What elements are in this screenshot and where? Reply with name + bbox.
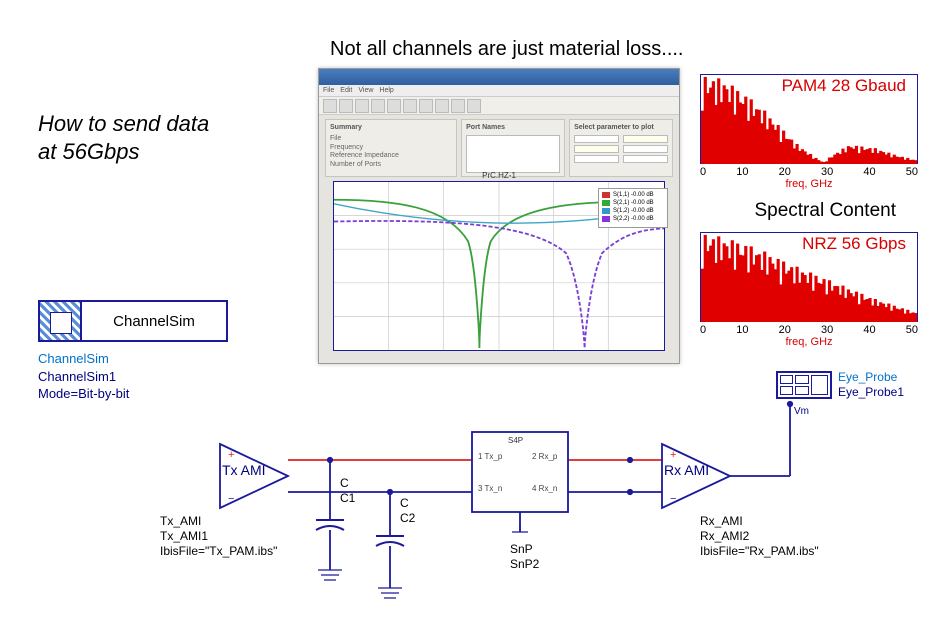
simwin-titlebar	[319, 69, 679, 85]
c1-label: C C1	[340, 476, 355, 506]
simwin-panel-select: Select parameter to plot	[569, 119, 673, 177]
page-subtitle: Not all channels are just material loss.…	[330, 38, 684, 61]
svg-text:−: −	[228, 493, 234, 505]
simwin-menubar: File Edit View Help	[319, 85, 679, 97]
title-text: How to send dataat 56Gbps	[38, 111, 209, 164]
spectrum-nrz: NRZ 56 Gbps 0 10 20 30 40 50 freq, GHz	[700, 232, 918, 348]
eye-probe-params: Eye_Probe Eye_Probe1	[838, 370, 904, 400]
channelsim-params: ChannelSim ChannelSim1 Mode=Bit-by-bit	[38, 350, 129, 403]
channelsim-type: ChannelSim	[38, 350, 129, 368]
snp-params: SnP SnP2	[510, 542, 539, 572]
svg-text:+: +	[670, 449, 676, 461]
channelsim-icon	[40, 302, 82, 340]
c2-label: C C2	[400, 496, 415, 526]
spectrum-pam4: PAM4 28 Gbaud 0 10 20 30 40 50 freq, GHz	[700, 74, 918, 190]
simwin-toolbar	[319, 97, 679, 115]
simwin-plot: PrC.HZ-1 S(1,1) -0.00 dB S(2,1) -0.00 dB…	[333, 181, 665, 351]
vm-label: Vm	[794, 406, 809, 419]
tx-ami-comp-label: Tx AMI	[222, 462, 266, 478]
channelsim-mode: Mode=Bit-by-bit	[38, 385, 129, 403]
spectrum-pam4-title: PAM4 28 Gbaud	[782, 76, 906, 96]
spectrum-nrz-xlabel: freq, GHz	[700, 336, 918, 348]
rx-ami-comp-label: Rx AMI	[664, 462, 709, 478]
eye-probe-block: Eye_Probe Eye_Probe1	[776, 370, 904, 400]
channelsim-block: ChannelSim	[38, 300, 228, 342]
svg-text:−: −	[670, 493, 676, 505]
spectrum-nrz-title: NRZ 56 Gbps	[802, 234, 906, 254]
channelsim-instance: ChannelSim1	[38, 368, 129, 386]
s4p-p4: 4 Rx_n	[532, 484, 557, 494]
spectral-content-label: Spectral Content	[754, 200, 896, 222]
s4p-p3: 3 Tx_n	[478, 484, 502, 494]
tx-ami-params: Tx_AMI Tx_AMI1 IbisFile="Tx_PAM.ibs"	[160, 514, 277, 559]
spectrum-nrz-axis: 0 10 20 30 40 50	[700, 322, 918, 336]
simulator-window: File Edit View Help Summary File Frequen…	[318, 68, 680, 364]
s4p-title: S4P	[508, 436, 523, 446]
schematic-diagram: + − + − Tx AMI Rx AMI Tx_AMI Tx_AMI1 Ibi…	[190, 414, 870, 614]
spectrum-pam4-axis: 0 10 20 30 40 50	[700, 164, 918, 178]
s4p-p2: 2 Rx_p	[532, 452, 557, 462]
page-title: How to send dataat 56Gbps	[38, 110, 209, 165]
channelsim-block-label: ChannelSim	[82, 302, 226, 340]
s4p-p1: 1 Tx_p	[478, 452, 502, 462]
simwin-legend: S(1,1) -0.00 dB S(2,1) -0.00 dB S(1,2) -…	[598, 188, 668, 228]
simwin-panel-summary: Summary File Frequency Reference Impedan…	[325, 119, 457, 177]
spectrum-pam4-xlabel: freq, GHz	[700, 178, 918, 190]
svg-text:+: +	[228, 449, 234, 461]
eye-probe-icon	[776, 371, 832, 399]
rx-ami-params: Rx_AMI Rx_AMI2 IbisFile="Rx_PAM.ibs"	[700, 514, 819, 559]
simwin-panel-ports: Port Names	[461, 119, 565, 177]
